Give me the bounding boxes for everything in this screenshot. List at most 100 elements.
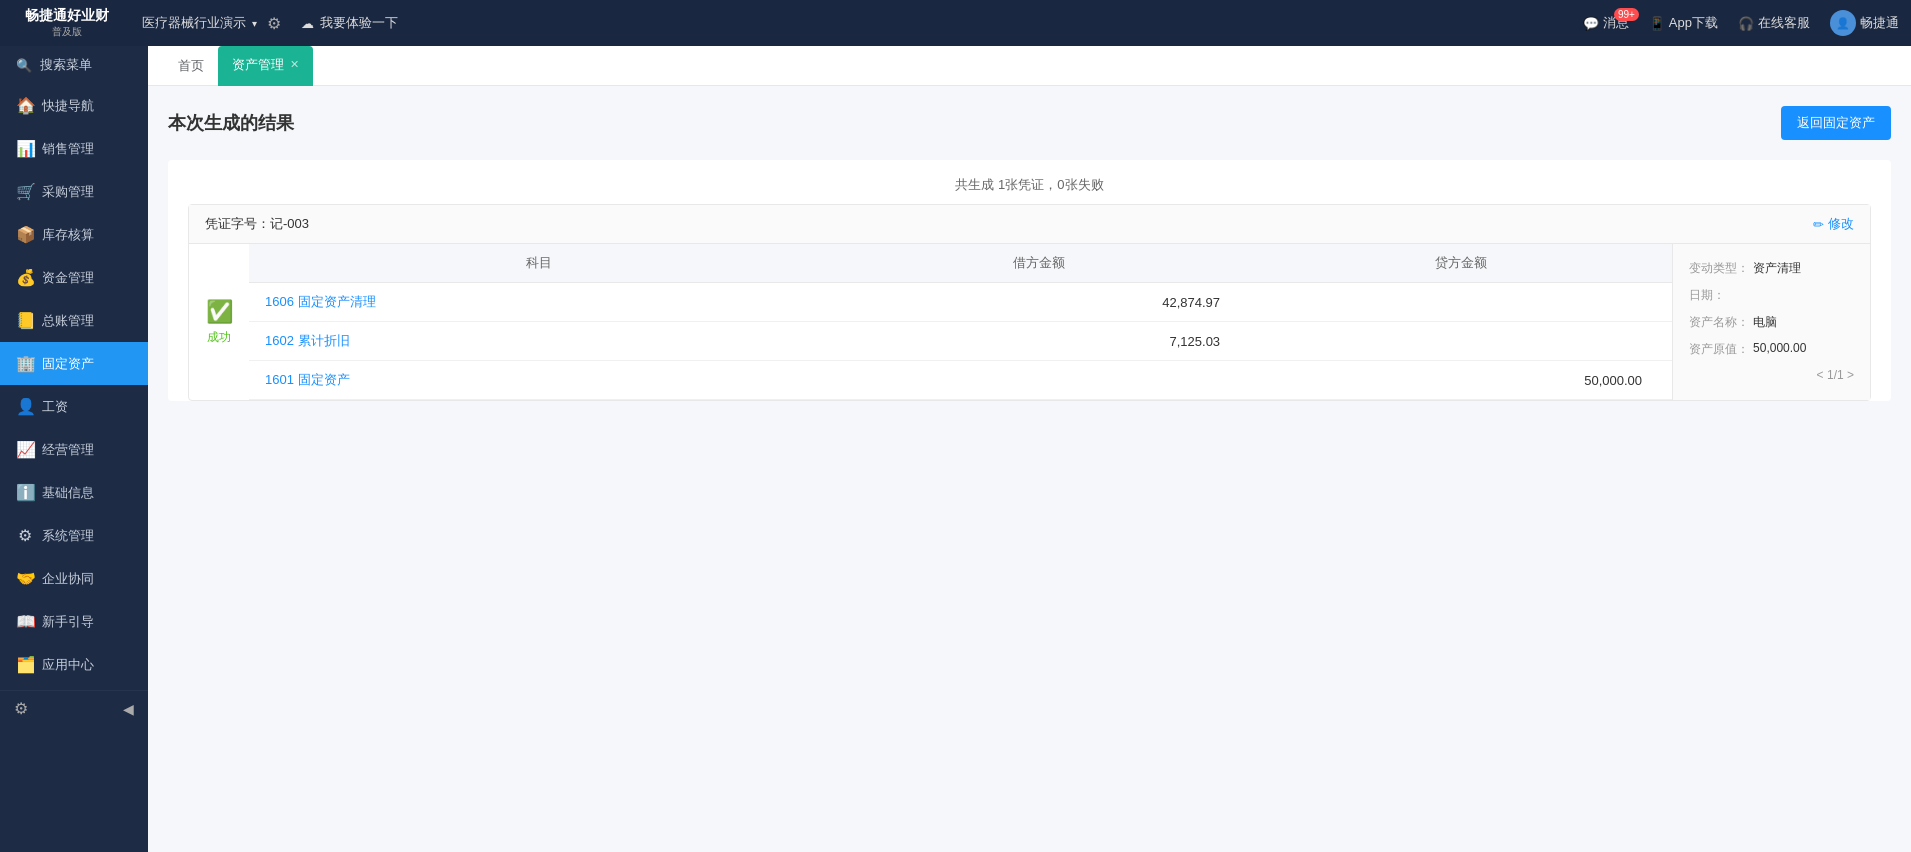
success-label: 成功 [207,329,231,346]
sidebar-item-label: 系统管理 [42,527,94,545]
settings-icon[interactable]: ⚙ [267,14,281,33]
right-actions: 💬 消息 99+ 📱 App下载 🎧 在线客服 👤 畅捷通 [1583,10,1899,36]
result-panel: 共生成 1张凭证，0张失败 凭证字号：记-003 ✏ 修改 [168,160,1891,401]
tab-asset-label: 资产管理 [232,56,284,74]
home-icon: 🏠 [16,96,34,115]
col-debit: 借方金额 [828,244,1250,283]
inventory-icon: 📦 [16,225,34,244]
sidebar-item-ledger[interactable]: 📒 总账管理 [0,299,148,342]
table-row: 1601 固定资产 50,000.00 [249,361,1672,400]
asset-value-value: 50,000.00 [1753,341,1806,355]
message-badge: 99+ [1614,8,1639,21]
sidebar-item-label: 应用中心 [42,656,94,674]
sidebar-item-label: 企业协同 [42,570,94,588]
sidebar-item-quick-nav[interactable]: 🏠 快捷导航 [0,84,148,127]
sidebar-item-cooperation[interactable]: 🤝 企业协同 [0,557,148,600]
company-selector[interactable]: 医疗器械行业演示 ▾ [142,14,257,32]
detail-change-type: 变动类型： 资产清理 [1689,260,1854,277]
management-icon: 📈 [16,440,34,459]
row1-credit [1250,283,1672,322]
sidebar-item-payroll[interactable]: 👤 工资 [0,385,148,428]
voucher-table-wrapper: ✅ 成功 科目 借方金额 贷方金 [189,244,1672,400]
voucher-number: 凭证字号：记-003 [205,215,309,233]
cooperation-icon: 🤝 [16,569,34,588]
row3-debit [828,361,1250,400]
funds-icon: 💰 [16,268,34,287]
sidebar-item-label: 总账管理 [42,312,94,330]
sidebar-item-label: 搜索菜单 [40,56,92,74]
sidebar-item-label: 销售管理 [42,140,94,158]
sidebar-item-app-center[interactable]: 🗂️ 应用中心 [0,643,148,686]
avatar: 👤 [1830,10,1856,36]
experience-label: 我要体验一下 [320,14,398,32]
edit-icon: ✏ [1813,217,1824,232]
app-download-label: App下载 [1669,14,1718,32]
return-button[interactable]: 返回固定资产 [1781,106,1891,140]
row1-debit: 42,874.97 [828,283,1250,322]
sidebar-item-label: 新手引导 [42,613,94,631]
sidebar-item-label: 工资 [42,398,68,416]
voucher-table-area: 科目 借方金额 贷方金额 1606 固定资产清理 42,874. [249,244,1672,400]
detail-pagination[interactable]: < 1/1 > [1689,368,1854,382]
sidebar-item-inventory[interactable]: 📦 库存核算 [0,213,148,256]
customer-service-button[interactable]: 🎧 在线客服 [1738,14,1810,32]
row2-credit [1250,322,1672,361]
detail-asset-name: 资产名称： 电脑 [1689,314,1854,331]
next-page-icon[interactable]: > [1847,368,1854,382]
table-row: 1602 累计折旧 7,125.03 [249,322,1672,361]
sidebar-item-guide[interactable]: 📖 新手引导 [0,600,148,643]
phone-icon: 📱 [1649,16,1665,31]
detail-asset-value: 资产原值： 50,000.00 [1689,341,1854,358]
app-center-icon: 🗂️ [16,655,34,674]
sidebar-item-fixed-assets[interactable]: 🏢 固定资产 [0,342,148,385]
tab-asset-management[interactable]: 资产管理 ✕ [218,46,313,86]
sidebar-item-system[interactable]: ⚙ 系统管理 [0,514,148,557]
sidebar-item-purchase[interactable]: 🛒 采购管理 [0,170,148,213]
experience-button[interactable]: ☁ 我要体验一下 [301,14,398,32]
row3-subject: 1601 固定资产 [249,361,828,400]
sidebar-item-sales[interactable]: 📊 销售管理 [0,127,148,170]
voucher-header: 凭证字号：记-003 ✏ 修改 [189,205,1870,244]
sidebar-gear-icon[interactable]: ⚙ [14,699,28,718]
tab-home-label: 首页 [178,57,204,75]
user-menu[interactable]: 👤 畅捷通 [1830,10,1899,36]
sidebar-item-search[interactable]: 🔍 搜索菜单 [0,46,148,84]
app-download-button[interactable]: 📱 App下载 [1649,14,1718,32]
sidebar-item-funds[interactable]: 💰 资金管理 [0,256,148,299]
result-summary: 共生成 1张凭证，0张失败 [168,160,1891,204]
message-icon: 💬 [1583,16,1599,31]
row2-debit: 7,125.03 [828,322,1250,361]
tab-close-icon[interactable]: ✕ [290,58,299,71]
asset-name-value: 电脑 [1753,314,1777,331]
payroll-icon: 👤 [16,397,34,416]
guide-icon: 📖 [16,612,34,631]
detail-date: 日期： [1689,287,1854,304]
table-row: 1606 固定资产清理 42,874.97 [249,283,1672,322]
change-type-label: 变动类型： [1689,260,1749,277]
purchase-icon: 🛒 [16,182,34,201]
date-label: 日期： [1689,287,1745,304]
sidebar-item-basic-info[interactable]: ℹ️ 基础信息 [0,471,148,514]
row1-subject: 1606 固定资产清理 [249,283,828,322]
tab-bar: 首页 资产管理 ✕ [148,46,1911,86]
message-button[interactable]: 💬 消息 99+ [1583,14,1629,32]
prev-page-icon[interactable]: < [1817,368,1824,382]
asset-value-label: 资产原值： [1689,341,1749,358]
ledger-icon: 📒 [16,311,34,330]
sidebar-item-label: 基础信息 [42,484,94,502]
username: 畅捷通 [1860,14,1899,32]
sidebar-item-management[interactable]: 📈 经营管理 [0,428,148,471]
sidebar-item-label: 经营管理 [42,441,94,459]
row3-credit: 50,000.00 [1250,361,1672,400]
sidebar-collapse-icon[interactable]: ◀ [123,701,134,717]
chevron-down-icon: ▾ [252,18,257,29]
col-subject: 科目 [249,244,828,283]
sidebar-item-label: 资金管理 [42,269,94,287]
voucher-body: ✅ 成功 科目 借方金额 贷方金 [189,244,1870,400]
voucher-detail-panel: 变动类型： 资产清理 日期： 资产名称： 电脑 [1672,244,1870,400]
sidebar: 🔍 搜索菜单 🏠 快捷导航 📊 销售管理 🛒 采购管理 📦 库存核算 💰 资金管… [0,46,148,852]
avatar-icon: 👤 [1836,17,1850,30]
tab-home[interactable]: 首页 [164,46,218,86]
edit-button[interactable]: ✏ 修改 [1813,215,1854,233]
asset-name-label: 资产名称： [1689,314,1749,331]
